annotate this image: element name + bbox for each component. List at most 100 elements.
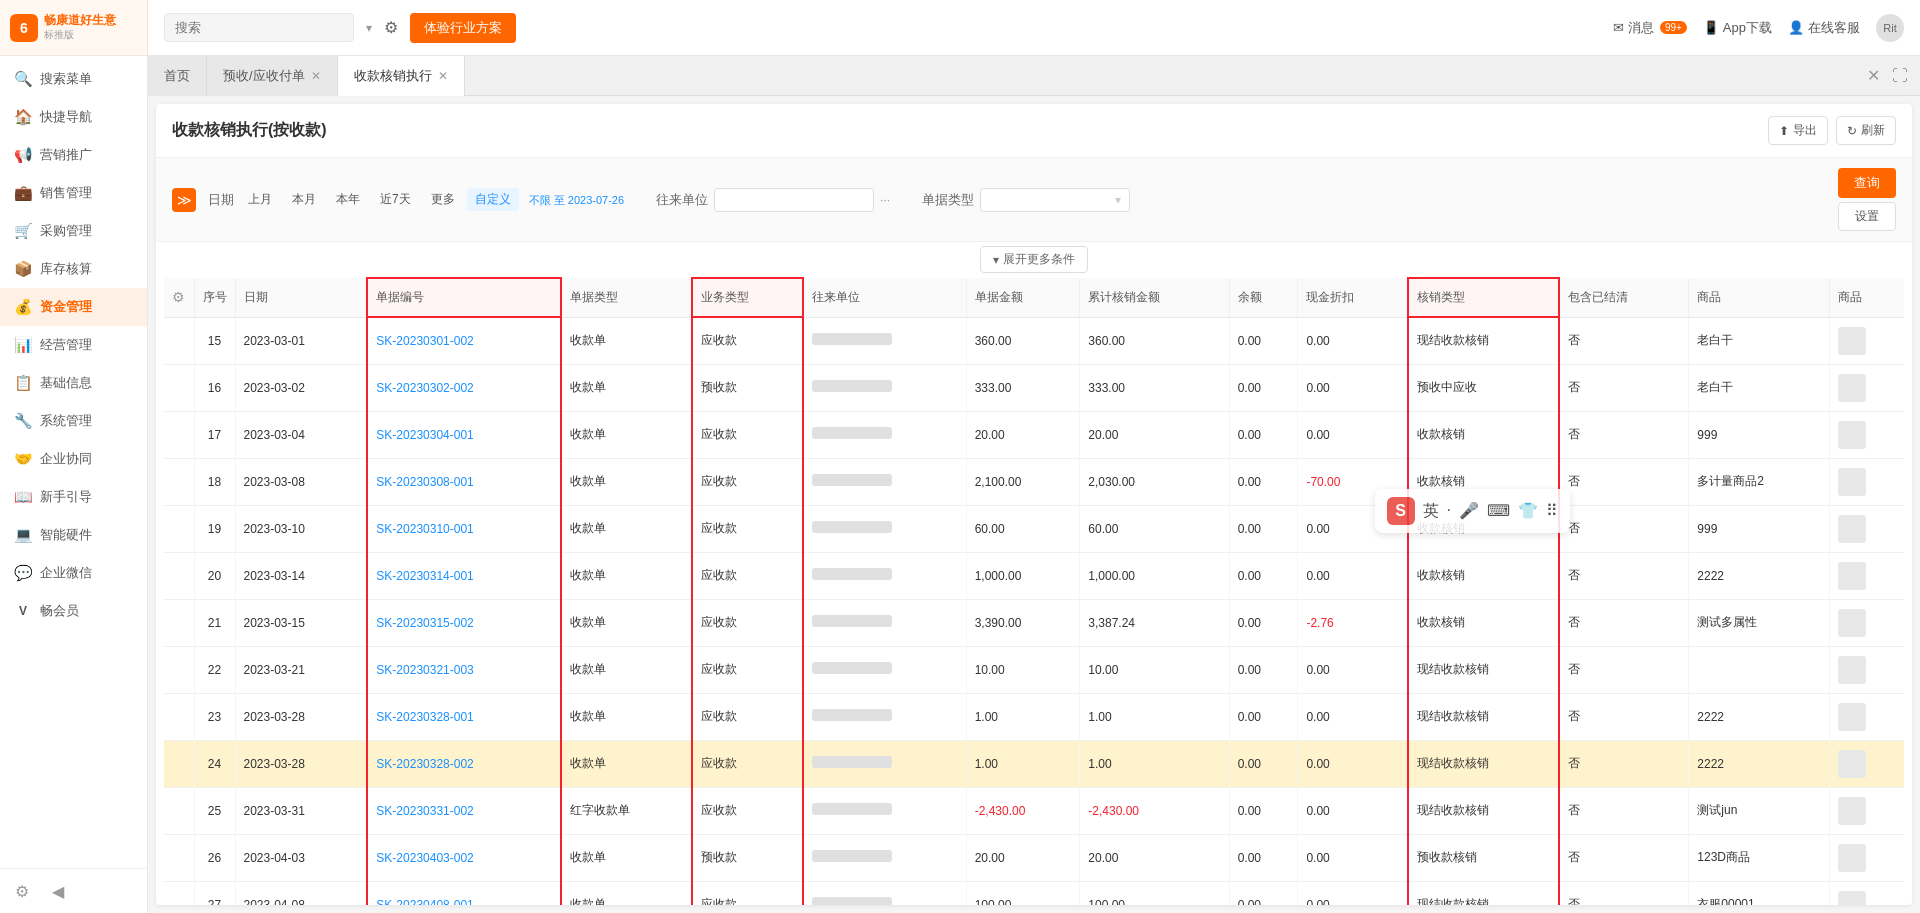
col-writeoff-type-header: 核销类型 [1408,278,1559,317]
this-year-option[interactable]: 本年 [328,188,368,211]
row-cumulative-cell: 10.00 [1080,646,1229,693]
last-month-option[interactable]: 上月 [240,188,280,211]
data-table: ⚙ 序号 日期 单据编号 单据类型 业务类型 往来单位 单据金额 累计核销金额 … [164,277,1904,905]
sidebar-item-marketing[interactable]: 📢 营销推广 [0,136,147,174]
more-dots[interactable]: ··· [880,193,890,207]
page-content: 收款核销执行(按收款) ⬆ 导出 ↻ 刷新 ≫ 日期 上月 本月 本 [156,104,1912,905]
row-cash-discount-cell: 0.00 [1298,646,1408,693]
row-settings-cell [164,740,194,787]
sidebar-item-purchase[interactable]: 🛒 采购管理 [0,212,147,250]
expand-more-btn[interactable]: ▾ 展开更多条件 [980,246,1088,273]
row-counterpart-cell [803,317,967,364]
row-index-cell: 26 [194,834,235,881]
row-settings-cell [164,881,194,905]
filter-toggle-btn[interactable]: ≫ [172,188,196,212]
settings-gear-icon[interactable]: ⚙ [384,18,398,37]
tab-payment-close-icon[interactable]: ✕ [438,69,448,83]
refresh-button[interactable]: ↻ 刷新 [1836,116,1896,145]
sidebar-item-member[interactable]: V 畅会员 [0,592,147,630]
row-include-settled-cell: 否 [1559,834,1689,881]
table-row: 27 2023-04-08 SK-20230408-001 收款单 应收款 10… [164,881,1904,905]
bill-no-link[interactable]: SK-20230308-001 [376,475,473,489]
sidebar-item-guide[interactable]: 📖 新手引导 [0,478,147,516]
app-download-item[interactable]: 📱 App下载 [1703,19,1772,37]
row-bill-no-cell: SK-20230321-003 [367,646,561,693]
sidebar-item-sales[interactable]: 💼 销售管理 [0,174,147,212]
col-settings-header[interactable]: ⚙ [164,278,194,317]
tab-expand-icon[interactable]: ⛶ [1888,63,1912,89]
row-product-cell [1689,646,1829,693]
sidebar-item-collab[interactable]: 🤝 企业协同 [0,440,147,478]
more-option[interactable]: 更多 [423,188,463,211]
row-bill-type-cell: 收款单 [561,317,692,364]
sidebar-item-base-info[interactable]: 📋 基础信息 [0,364,147,402]
column-settings-icon[interactable]: ⚙ [172,289,185,305]
messages-label: 消息 [1628,19,1654,37]
export-button[interactable]: ⬆ 导出 [1768,116,1828,145]
col-product-header: 商品 [1689,278,1829,317]
search-icon: 🔍 [14,70,32,88]
bill-no-link[interactable]: SK-20230403-002 [376,851,473,865]
row-include-settled-cell: 否 [1559,693,1689,740]
sidebar-item-operations[interactable]: 📊 经营管理 [0,326,147,364]
solution-button[interactable]: 体验行业方案 [410,13,516,43]
sidebar-collapse-icon[interactable]: ◀ [44,877,72,905]
this-month-option[interactable]: 本月 [284,188,324,211]
app-download-label: App下载 [1723,19,1772,37]
sidebar-item-wechat[interactable]: 💬 企业微信 [0,554,147,592]
online-service-item[interactable]: 👤 在线客服 [1788,19,1860,37]
bill-no-link[interactable]: SK-20230328-002 [376,757,473,771]
bill-no-link[interactable]: SK-20230304-001 [376,428,473,442]
row-date-cell: 2023-03-28 [235,740,367,787]
row-include-settled-cell: 否 [1559,646,1689,693]
filter-setting-button[interactable]: 设置 [1838,202,1896,231]
bill-no-link[interactable]: SK-20230408-001 [376,898,473,906]
search-input[interactable] [164,13,354,42]
last-7-days-option[interactable]: 近7天 [372,188,419,211]
tab-payment-exec[interactable]: 收款核销执行 ✕ [338,56,465,96]
counterpart-input[interactable] [714,188,874,212]
table-row: 16 2023-03-02 SK-20230302-002 收款单 预收款 33… [164,364,1904,411]
sidebar-item-finance[interactable]: 💰 资金管理 [0,288,147,326]
sidebar-item-label: 智能硬件 [40,526,92,544]
dropdown-arrow-icon[interactable]: ▾ [366,21,372,35]
tab-close-all-icon[interactable]: ✕ [1863,62,1884,89]
receipt-type-select[interactable]: ▾ [980,188,1130,212]
bill-no-link[interactable]: SK-20230321-003 [376,663,473,677]
tab-prepay-orders[interactable]: 预收/应收付单 ✕ [207,56,338,96]
sidebar-item-inventory[interactable]: 📦 库存核算 [0,250,147,288]
sidebar-settings-icon[interactable]: ⚙ [8,877,36,905]
bill-no-link[interactable]: SK-20230310-001 [376,522,473,536]
row-bill-amount-cell: 360.00 [966,317,1080,364]
date-label: 日期 [208,191,234,209]
tab-home[interactable]: 首页 [148,56,207,96]
sidebar-item-search[interactable]: 🔍 搜索菜单 [0,60,147,98]
row-biz-type-cell: 应收款 [692,552,803,599]
tab-prepay-close-icon[interactable]: ✕ [311,69,321,83]
query-button[interactable]: 查询 [1838,168,1896,198]
custom-option[interactable]: 自定义 [467,188,519,211]
bill-no-link[interactable]: SK-20230315-002 [376,616,473,630]
sidebar-item-system[interactable]: 🔧 系统管理 [0,402,147,440]
home-icon: 🏠 [14,108,32,126]
bill-no-link[interactable]: SK-20230328-001 [376,710,473,724]
bill-no-link[interactable]: SK-20230302-002 [376,381,473,395]
row-balance-cell: 0.00 [1229,834,1298,881]
bill-no-link[interactable]: SK-20230301-002 [376,334,473,348]
row-settings-cell [164,411,194,458]
bill-no-link[interactable]: SK-20230314-001 [376,569,473,583]
row-product-cell: 多计量商品2 [1689,458,1829,505]
bill-no-link[interactable]: SK-20230331-002 [376,804,473,818]
row-bill-no-cell: SK-20230408-001 [367,881,561,905]
row-include-settled-cell: 否 [1559,740,1689,787]
online-service-label: 在线客服 [1808,19,1860,37]
user-avatar[interactable]: Rit [1876,14,1904,42]
table-row: 21 2023-03-15 SK-20230315-002 收款单 应收款 3,… [164,599,1904,646]
sidebar-item-hardware[interactable]: 💻 智能硬件 [0,516,147,554]
page-title: 收款核销执行(按收款) [172,120,327,153]
row-product2-cell [1829,505,1904,552]
messages-item[interactable]: ✉ 消息 99+ [1613,19,1687,37]
row-biz-type-cell: 应收款 [692,881,803,905]
table-row: 17 2023-03-04 SK-20230304-001 收款单 应收款 20… [164,411,1904,458]
sidebar-item-quick-nav[interactable]: 🏠 快捷导航 [0,98,147,136]
